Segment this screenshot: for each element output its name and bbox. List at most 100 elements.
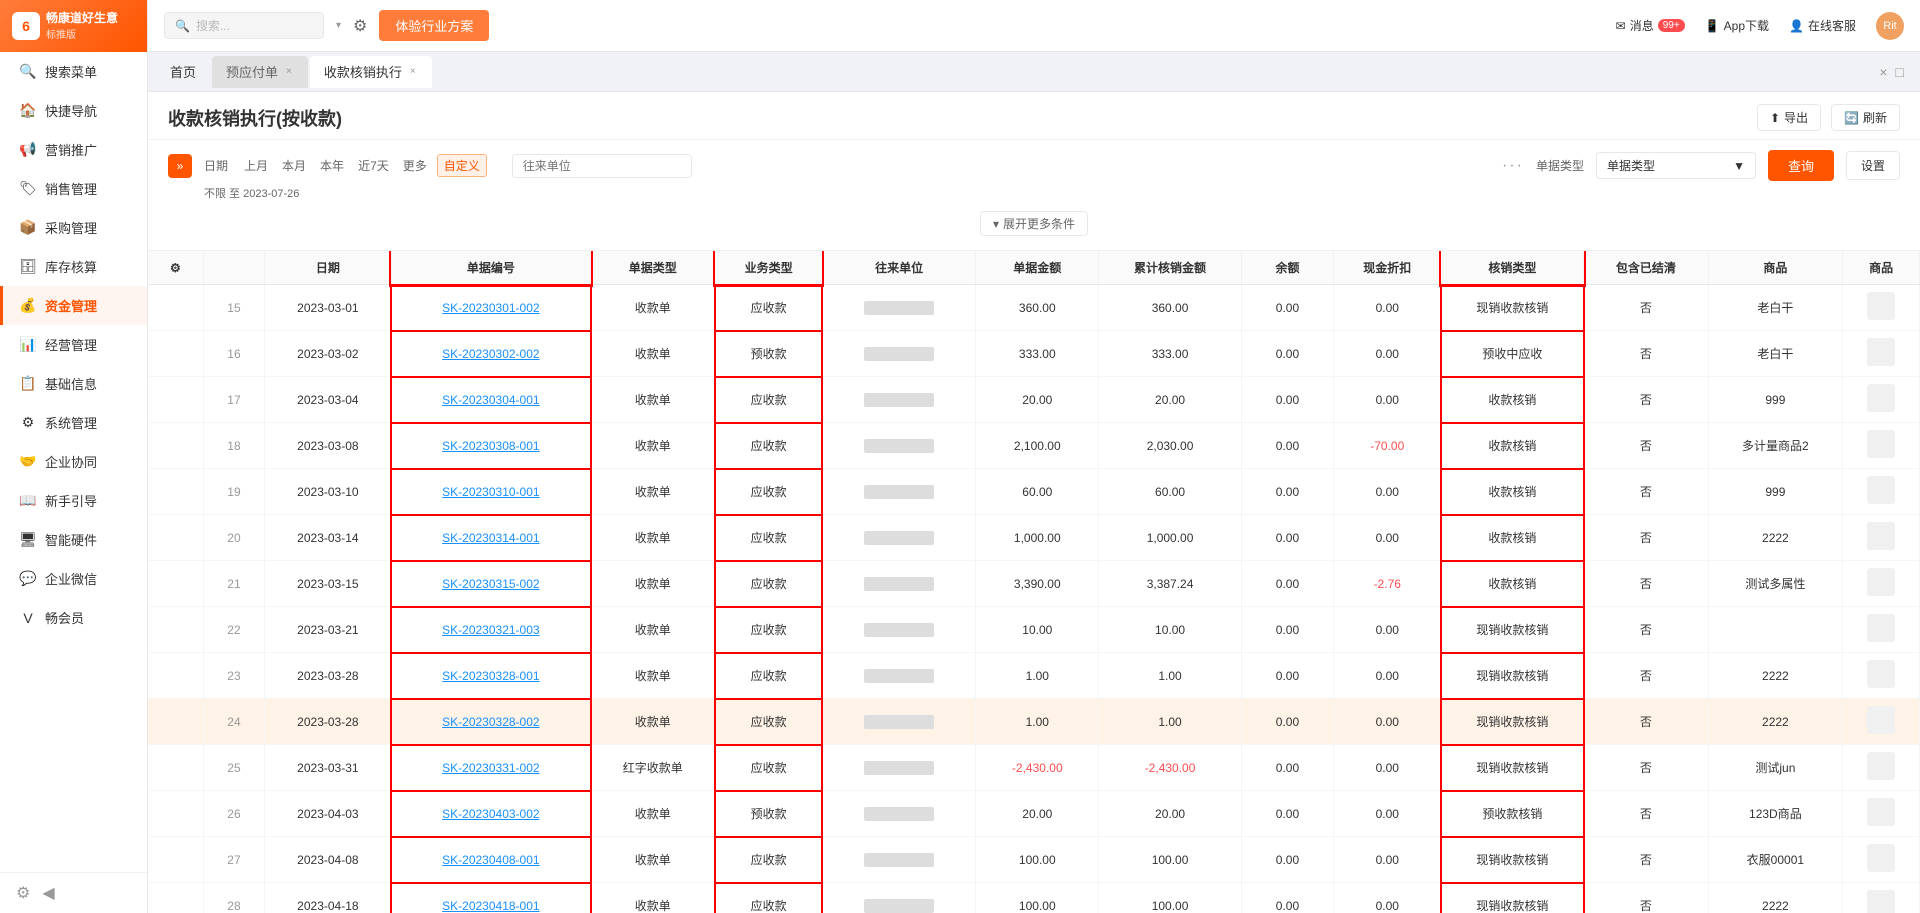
cell-docno: SK-20230315-002 <box>391 561 591 607</box>
col-goods-header[interactable]: 商品 <box>1708 251 1843 285</box>
docno-link[interactable]: SK-20230328-001 <box>442 669 539 683</box>
cell-partner <box>822 837 975 883</box>
filter-more-dots[interactable]: ··· <box>1502 157 1524 175</box>
date-this-year-btn[interactable]: 本年 <box>316 155 348 176</box>
sidebar-item-hardware[interactable]: 🖥 智能硬件 <box>0 520 147 559</box>
setting-button[interactable]: 设置 <box>1846 151 1900 180</box>
col-settled-header[interactable]: 包含已结清 <box>1584 251 1708 285</box>
docno-link[interactable]: SK-20230408-001 <box>442 853 539 867</box>
col-doctype-header[interactable]: 单据类型 <box>591 251 715 285</box>
query-button[interactable]: 查询 <box>1768 150 1834 181</box>
cell-goods <box>1708 607 1843 653</box>
sidebar-item-system[interactable]: ⚙ 系统管理 <box>0 403 147 442</box>
cell-cash-discount: 0.00 <box>1334 883 1441 913</box>
docno-link[interactable]: SK-20230308-001 <box>442 439 539 453</box>
sidebar-item-sales[interactable]: 🏷 销售管理 <box>0 169 147 208</box>
date-last-month-btn[interactable]: 上月 <box>240 155 272 176</box>
dropdown-arrow-icon[interactable]: ▾ <box>336 20 341 31</box>
sidebar-item-search[interactable]: 🔍 搜索菜单 <box>0 52 147 91</box>
col-amount-header[interactable]: 单据金额 <box>976 251 1099 285</box>
cell-cash-discount: 0.00 <box>1334 515 1441 561</box>
col-date-header[interactable]: 日期 <box>265 251 391 285</box>
collapse-icon[interactable]: ◀ <box>42 883 54 903</box>
filter-row: » 日期 上月 本月 本年 近7天 更多 自定义 ··· 单据类 <box>168 150 1900 181</box>
online-service-btn[interactable]: 👤 在线客服 <box>1789 17 1856 34</box>
cell-doctype: 收款单 <box>591 469 715 515</box>
window-max-icon[interactable]: □ <box>1896 64 1904 80</box>
tab-presale[interactable]: 预应付单 × <box>212 56 308 88</box>
refresh-button[interactable]: 🔄 刷新 <box>1831 104 1900 131</box>
app-download-btn[interactable]: 📱 App下载 <box>1705 17 1769 34</box>
sidebar-item-operation[interactable]: 📊 经营管理 <box>0 325 147 364</box>
sidebar-logo: 6 畅康道好生意 标推版 <box>0 0 147 52</box>
cell-docno: SK-20230328-002 <box>391 699 591 745</box>
sidebar-item-inventory[interactable]: 🗄 库存核算 <box>0 247 147 286</box>
table-row: 162023-03-02SK-20230302-002收款单预收款333.003… <box>148 331 1920 377</box>
date-more-btn[interactable]: 更多 <box>399 155 431 176</box>
cell-settled: 否 <box>1584 469 1708 515</box>
col-verify-type-header[interactable]: 核销类型 <box>1441 251 1584 285</box>
col-cash-discount-header[interactable]: 现金折扣 <box>1334 251 1441 285</box>
operation-icon: 📊 <box>19 336 37 353</box>
cell-cash-discount: 0.00 <box>1334 469 1441 515</box>
docno-link[interactable]: SK-20230418-001 <box>442 899 539 913</box>
date-this-month-btn[interactable]: 本月 <box>278 155 310 176</box>
tab-home-label: 首页 <box>170 62 196 81</box>
sidebar-item-member[interactable]: V 畅会员 <box>0 598 147 637</box>
table-header-row: ⚙ 日期 单据编号 单据类型 业务类型 往来单位 单据金额 累计核销金额 余 <box>148 251 1920 285</box>
docno-link[interactable]: SK-20230315-002 <box>442 577 539 591</box>
partner-input[interactable] <box>512 154 692 178</box>
col-total-verify-header[interactable]: 累计核销金额 <box>1099 251 1242 285</box>
doc-type-select[interactable]: 单据类型 ▼ <box>1596 152 1756 179</box>
date-7days-btn[interactable]: 近7天 <box>354 155 393 176</box>
cell-amount: 1.00 <box>976 653 1099 699</box>
cell-balance: 0.00 <box>1241 515 1333 561</box>
docno-link[interactable]: SK-20230321-003 <box>442 623 539 637</box>
cell-verify-type: 预收中应收 <box>1441 331 1584 377</box>
tab-verify-close-icon[interactable]: × <box>408 64 418 79</box>
docno-link[interactable]: SK-20230301-002 <box>442 301 539 315</box>
sidebar-item-wechat[interactable]: 💬 企业微信 <box>0 559 147 598</box>
col-biztype-header[interactable]: 业务类型 <box>715 251 822 285</box>
col-goods2-header[interactable]: 商品 <box>1843 251 1920 285</box>
docno-link[interactable]: SK-20230403-002 <box>442 807 539 821</box>
tab-home[interactable]: 首页 <box>156 56 210 88</box>
sidebar-item-guide[interactable]: 📖 新手引导 <box>0 481 147 520</box>
expand-more-button[interactable]: ▾ 展开更多条件 <box>980 211 1088 236</box>
date-custom-btn[interactable]: 自定义 <box>437 154 487 177</box>
docno-link[interactable]: SK-20230302-002 <box>442 347 539 361</box>
col-balance-header[interactable]: 余额 <box>1241 251 1333 285</box>
cell-docno: SK-20230310-001 <box>391 469 591 515</box>
docno-link[interactable]: SK-20230314-001 <box>442 531 539 545</box>
docno-link[interactable]: SK-20230331-002 <box>442 761 539 775</box>
sidebar-item-marketing[interactable]: 📢 营销推广 <box>0 130 147 169</box>
sidebar-item-finance[interactable]: 💰 资金管理 <box>0 286 147 325</box>
filter-expand-btn[interactable]: » <box>168 154 192 178</box>
tab-presale-close-icon[interactable]: × <box>284 64 294 79</box>
settings-icon[interactable]: ⚙ <box>16 883 30 903</box>
sidebar-item-label: 新手引导 <box>45 491 97 510</box>
sidebar-item-purchase[interactable]: 📦 采购管理 <box>0 208 147 247</box>
messages-btn[interactable]: ✉ 消息 99+ <box>1616 17 1685 34</box>
docno-link[interactable]: SK-20230304-001 <box>442 393 539 407</box>
export-button[interactable]: ⬆ 导出 <box>1757 104 1821 131</box>
sidebar-item-corp[interactable]: 🤝 企业协同 <box>0 442 147 481</box>
docno-link[interactable]: SK-20230310-001 <box>442 485 539 499</box>
docno-link[interactable]: SK-20230328-002 <box>442 715 539 729</box>
search-icon: 🔍 <box>175 19 190 33</box>
window-close-icon[interactable]: × <box>1879 64 1887 80</box>
col-gear-header[interactable]: ⚙ <box>148 251 203 285</box>
tab-verify[interactable]: 收款核销执行 × <box>310 56 432 88</box>
cell-total-verify: 1,000.00 <box>1099 515 1242 561</box>
cell-goods: 测试jun <box>1708 745 1843 791</box>
filter-expand-row: ▾ 展开更多条件 <box>168 207 1900 240</box>
industry-btn[interactable]: 体验行业方案 <box>379 10 489 41</box>
avatar[interactable]: Rit <box>1876 12 1904 40</box>
gear-icon[interactable]: ⚙ <box>353 16 367 36</box>
sidebar-item-quicknav[interactable]: 🏠 快捷导航 <box>0 91 147 130</box>
sidebar-item-label: 采购管理 <box>45 218 97 237</box>
table-gear-icon[interactable]: ⚙ <box>170 261 181 275</box>
sidebar-item-basic[interactable]: 📋 基础信息 <box>0 364 147 403</box>
col-partner-header[interactable]: 往来单位 <box>822 251 975 285</box>
col-docno-header[interactable]: 单据编号 <box>391 251 591 285</box>
